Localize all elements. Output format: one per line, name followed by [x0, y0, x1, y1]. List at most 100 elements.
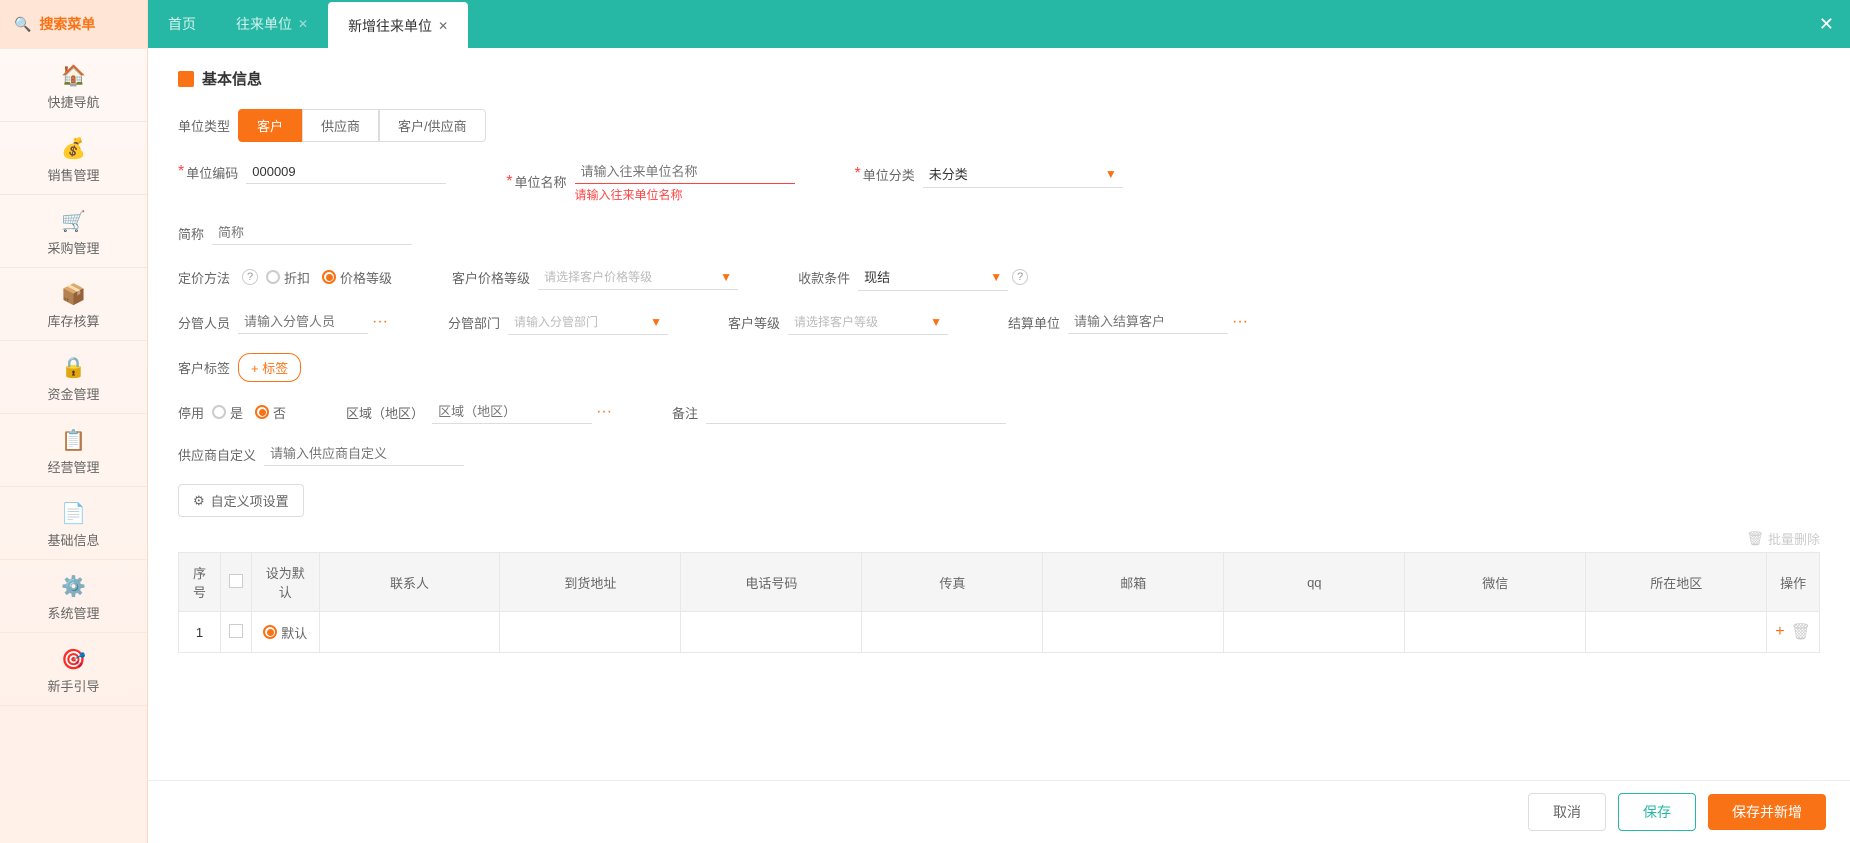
- sidebar-item-inventory[interactable]: 📦 库存核算: [0, 268, 147, 341]
- manager-group: 分管人员 ···: [178, 310, 388, 334]
- save-and-new-button[interactable]: 保存并新增: [1708, 794, 1826, 830]
- sidebar-item-operation-label: 经营管理: [47, 457, 99, 476]
- col-index: 序号: [179, 553, 221, 612]
- row-area[interactable]: [1586, 612, 1767, 653]
- region-more-btn[interactable]: ···: [596, 403, 612, 421]
- pricing-info-icon[interactable]: ?: [242, 269, 258, 285]
- manager-more-btn[interactable]: ···: [372, 313, 388, 331]
- region-label: 区域（地区）: [346, 403, 424, 422]
- unit-btn-both[interactable]: 客户/供应商: [379, 109, 486, 142]
- disabled-row: 停用 是 否 区域（地区） ··· 备注: [178, 400, 1820, 424]
- system-icon: ⚙️: [61, 574, 86, 599]
- tab-partner[interactable]: 往来单位 ✕: [216, 0, 328, 48]
- col-qq: qq: [1224, 553, 1405, 612]
- form-footer: 取消 保存 保存并新增: [148, 780, 1850, 843]
- contacts-table: 序号 设为默认 联系人 到货地址 电话号码 传真 邮箱 qq 微信 所在地区 操…: [178, 552, 1820, 653]
- customer-price-level-select[interactable]: 请选择客户价格等级 ▼: [538, 264, 738, 290]
- sidebar-item-guide[interactable]: 🎯 新手引导: [0, 633, 147, 706]
- col-action: 操作: [1767, 553, 1820, 612]
- add-tag-button[interactable]: + 标签: [238, 353, 301, 382]
- sidebar-item-search[interactable]: 🔍 搜索菜单: [0, 0, 147, 49]
- collection-condition-label: 收款条件: [798, 268, 850, 287]
- row-email[interactable]: [1043, 612, 1224, 653]
- department-select[interactable]: 请输入分管部门 ▼: [508, 309, 668, 335]
- tab-new-partner[interactable]: 新增往来单位 ✕: [328, 2, 468, 50]
- tab-home[interactable]: 首页: [148, 0, 216, 48]
- row-delete-btn[interactable]: 🗑: [1791, 622, 1811, 642]
- row-checkbox-input[interactable]: [229, 624, 243, 638]
- region-input[interactable]: [432, 400, 592, 424]
- customer-level-chevron: ▼: [930, 315, 942, 329]
- finance-icon: 🔒: [61, 355, 86, 380]
- sidebar-item-operation[interactable]: 📋 经营管理: [0, 414, 147, 487]
- guide-icon: 🎯: [61, 647, 86, 672]
- unit-type-label: 单位类型: [178, 116, 230, 135]
- row-add-btn[interactable]: +: [1775, 623, 1784, 641]
- sidebar-item-guide-label: 新手引导: [47, 676, 99, 695]
- settlement-unit-input[interactable]: [1068, 310, 1228, 334]
- unit-category-group: * 单位分类 未分类 ▼: [855, 160, 1123, 188]
- tab-partner-close[interactable]: ✕: [298, 17, 308, 31]
- pricing-level-label: 价格等级: [340, 268, 392, 287]
- supplier-custom-group: 供应商自定义: [178, 442, 464, 466]
- row-wechat[interactable]: [1405, 612, 1586, 653]
- custom-settings-button[interactable]: ⚙ 自定义项设置: [178, 484, 304, 517]
- header-checkbox[interactable]: [229, 574, 243, 588]
- sidebar-item-sales[interactable]: 💰 销售管理: [0, 122, 147, 195]
- col-checkbox: [221, 553, 252, 612]
- disabled-yes-label: 是: [230, 403, 243, 422]
- pricing-level-radio[interactable]: 价格等级: [322, 268, 392, 287]
- collection-condition-select[interactable]: 现结 ▼: [858, 263, 1008, 291]
- department-placeholder: 请输入分管部门: [514, 313, 598, 330]
- supplier-custom-input[interactable]: [264, 442, 464, 466]
- save-button[interactable]: 保存: [1618, 793, 1696, 831]
- sidebar-item-finance[interactable]: 🔒 资金管理: [0, 341, 147, 414]
- notes-input[interactable]: [706, 400, 1006, 424]
- col-email: 邮箱: [1043, 553, 1224, 612]
- row-default-radio[interactable]: 默认: [260, 623, 310, 642]
- sidebar-item-basic-info[interactable]: 📄 基础信息: [0, 487, 147, 560]
- collection-info-icon[interactable]: ?: [1012, 269, 1028, 285]
- sidebar-item-purchase[interactable]: 🛒 采购管理: [0, 195, 147, 268]
- tab-new-partner-close[interactable]: ✕: [438, 19, 448, 33]
- pricing-method-group: 定价方法 ? 折扣 价格等级: [178, 268, 392, 287]
- batch-delete-label[interactable]: 批量删除: [1768, 529, 1820, 548]
- customer-level-select[interactable]: 请选择客户等级 ▼: [788, 309, 948, 335]
- disabled-yes-radio[interactable]: 是: [212, 403, 243, 422]
- col-phone: 电话号码: [681, 553, 862, 612]
- sidebar-item-system[interactable]: ⚙️ 系统管理: [0, 560, 147, 633]
- unit-category-select[interactable]: 未分类 ▼: [923, 160, 1123, 188]
- batch-delete-bar: 🗑 批量删除: [178, 529, 1820, 548]
- collection-condition-group: 收款条件 现结 ▼ ?: [798, 263, 1028, 291]
- short-name-input[interactable]: [212, 221, 412, 245]
- unit-code-input[interactable]: [246, 160, 446, 184]
- pricing-discount-label: 折扣: [284, 268, 310, 287]
- disabled-yes-circle: [212, 405, 226, 419]
- cancel-button[interactable]: 取消: [1528, 793, 1606, 831]
- row-phone[interactable]: [681, 612, 862, 653]
- unit-btn-supplier[interactable]: 供应商: [302, 109, 379, 142]
- collection-condition-chevron: ▼: [990, 270, 1002, 284]
- row-fax[interactable]: [862, 612, 1043, 653]
- window-close-button[interactable]: ✕: [1819, 14, 1834, 35]
- batch-delete-icon: 🗑: [1746, 530, 1764, 547]
- unit-name-input[interactable]: [575, 160, 795, 184]
- row-address[interactable]: [500, 612, 681, 653]
- manager-row: 分管人员 ··· 分管部门 请输入分管部门 ▼ 客户等级 请选择客户等级 ▼ 结…: [178, 309, 1820, 335]
- row-contact[interactable]: [319, 612, 500, 653]
- unit-btn-customer[interactable]: 客户: [238, 109, 302, 142]
- row-checkbox: [221, 612, 252, 653]
- supplier-custom-row: 供应商自定义: [178, 442, 1820, 466]
- row-qq[interactable]: [1224, 612, 1405, 653]
- customer-level-label: 客户等级: [728, 313, 780, 332]
- unit-type-group: 单位类型 客户 供应商 客户/供应商: [178, 109, 486, 142]
- section-icon: [178, 71, 194, 87]
- main-area: 首页 往来单位 ✕ 新增往来单位 ✕ ✕ 基本信息 单位类型 客户 供应商 客户…: [148, 0, 1850, 843]
- pricing-discount-radio[interactable]: 折扣: [266, 268, 310, 287]
- disabled-no-radio[interactable]: 否: [255, 403, 286, 422]
- sidebar-item-quick-nav-label: 快捷导航: [47, 92, 99, 111]
- sidebar-item-quick-nav[interactable]: 🏠 快捷导航: [0, 49, 147, 122]
- manager-input[interactable]: [238, 310, 368, 334]
- settlement-more-btn[interactable]: ···: [1232, 313, 1248, 331]
- tab-home-label: 首页: [168, 14, 196, 34]
